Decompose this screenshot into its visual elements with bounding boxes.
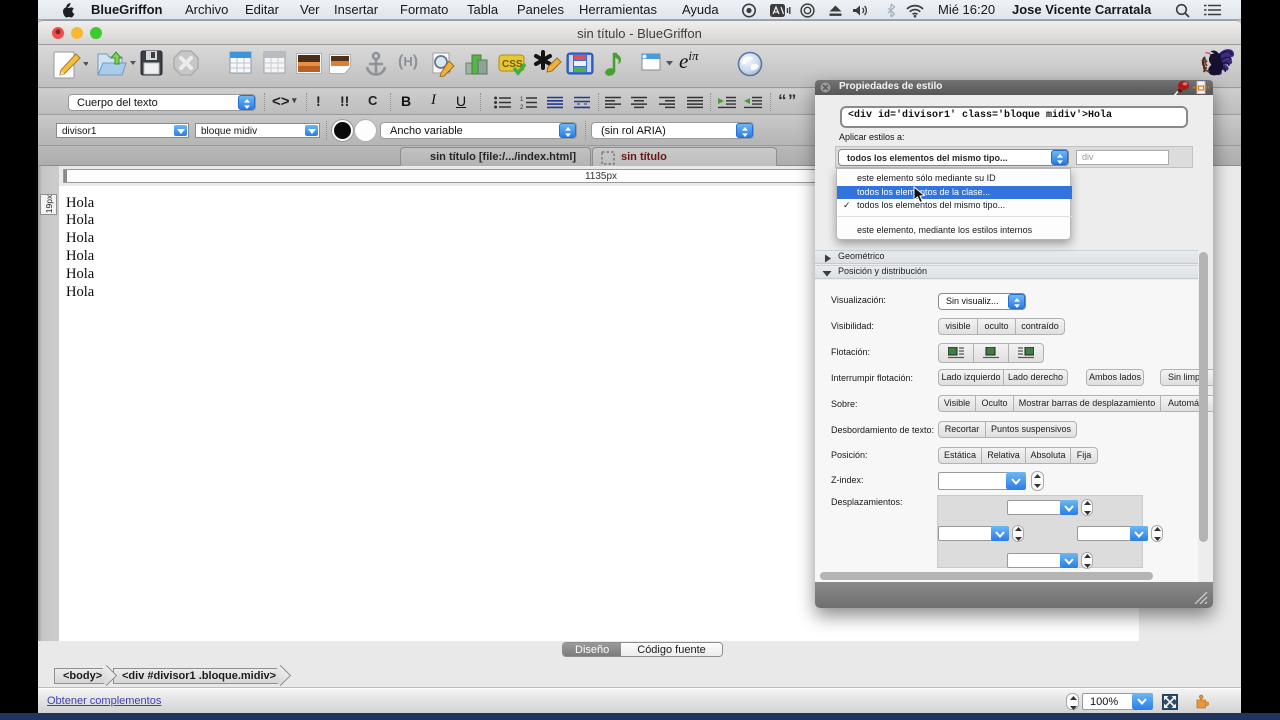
svg-text:1: 1 — [520, 97, 524, 103]
svg-text:2: 2 — [520, 105, 524, 109]
